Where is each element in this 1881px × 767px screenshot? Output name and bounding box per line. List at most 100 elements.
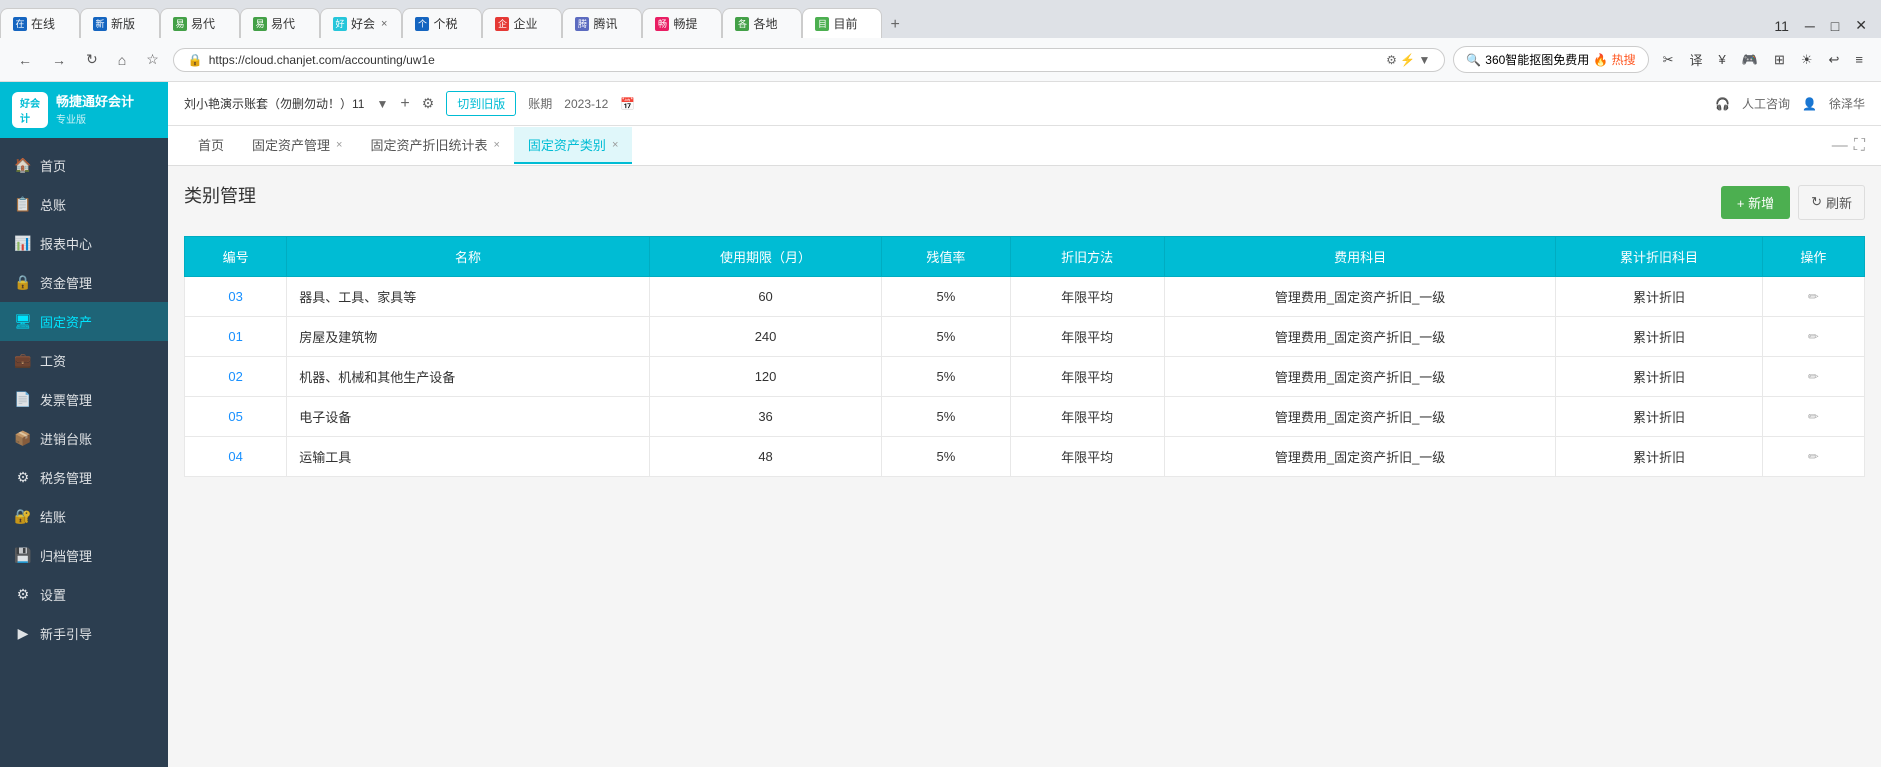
sidebar-item-guide[interactable]: ▶ 新手引导 [0, 614, 168, 653]
window-expand-button[interactable]: ⛶ [1854, 137, 1865, 155]
cell-code[interactable]: 05 [185, 397, 287, 437]
tab-category[interactable]: 固定资产类别 × [514, 127, 632, 164]
tab-title-1: 在线 [31, 15, 67, 32]
tab-controls: 11 ─ □ ✕ [1768, 13, 1881, 38]
browser-tab-4[interactable]: 易 易代 [240, 8, 320, 38]
edit-icon[interactable]: ✏ [1808, 329, 1819, 344]
col-expense: 费用科目 [1164, 237, 1556, 277]
tab-depreciation-close[interactable]: × [493, 139, 499, 151]
sidebar-label-ledger: 总账 [40, 195, 66, 214]
logo-subtitle: 专业版 [56, 111, 134, 126]
tab-title-8: 腾讯 [593, 15, 629, 32]
support-label[interactable]: 人工咨询 [1742, 95, 1790, 112]
sidebar-item-closing[interactable]: 🔐 结账 [0, 497, 168, 536]
cell-action[interactable]: ✏ [1762, 317, 1864, 357]
ledger-icon: 📋 [14, 196, 32, 213]
grid-icon[interactable]: ⊞ [1768, 48, 1791, 72]
forward-button[interactable]: → [46, 48, 72, 72]
refresh-button[interactable]: ↻ [80, 47, 104, 72]
cell-action[interactable]: ✏ [1762, 397, 1864, 437]
tab-depreciation[interactable]: 固定资产折旧统计表 × [356, 127, 513, 164]
sidebar-item-settings[interactable]: ⚙ 设置 [0, 575, 168, 614]
cell-code[interactable]: 01 [185, 317, 287, 357]
edit-icon[interactable]: ✏ [1808, 449, 1819, 464]
game-icon[interactable]: 🎮 [1736, 48, 1764, 72]
minimize-button[interactable]: ─ [1799, 14, 1821, 38]
translate-icon[interactable]: 译 [1684, 46, 1709, 73]
wallet-icon[interactable]: ¥ [1713, 48, 1732, 71]
sidebar-label-salary: 工资 [40, 351, 66, 370]
sidebar-item-ledger[interactable]: 📋 总账 [0, 185, 168, 224]
edit-icon[interactable]: ✏ [1808, 369, 1819, 384]
address-bar[interactable]: 🔒 https://cloud.chanjet.com/accounting/u… [173, 48, 1446, 72]
browser-tab-9[interactable]: 畅 畅提 [642, 8, 722, 38]
cell-action[interactable]: ✏ [1762, 357, 1864, 397]
tab-close-5[interactable]: × [379, 17, 389, 31]
cell-name: 房屋及建筑物 [287, 317, 650, 357]
cell-code[interactable]: 03 [185, 277, 287, 317]
browser-chrome: 在 在线 新 新版 易 易代 易 易代 好 好会 × 个 个税 企 企业 腾 [0, 0, 1881, 82]
table-body: 03 器具、工具、家具等 60 5% 年限平均 管理费用_固定资产折旧_一级 累… [185, 277, 1865, 477]
browser-tab-1[interactable]: 在 在线 [0, 8, 80, 38]
cell-code[interactable]: 04 [185, 437, 287, 477]
sidebar-item-inventory[interactable]: 📦 进销台账 [0, 419, 168, 458]
sidebar-item-invoice[interactable]: 📄 发票管理 [0, 380, 168, 419]
back-button[interactable]: ← [12, 48, 38, 72]
tab-count-badge[interactable]: 11 [1768, 14, 1795, 38]
page-header: 类别管理 + 新增 ↻ 刷新 [184, 182, 1865, 222]
cell-action[interactable]: ✏ [1762, 277, 1864, 317]
tab-asset-mgmt[interactable]: 固定资产管理 × [238, 127, 356, 164]
refresh-button[interactable]: ↻ 刷新 [1798, 185, 1865, 220]
sidebar-item-home[interactable]: 🏠 首页 [0, 146, 168, 185]
cell-residual: 5% [882, 317, 1010, 357]
close-window-button[interactable]: ✕ [1849, 13, 1873, 38]
logo-text-container: 畅捷通好会计 专业版 [56, 94, 134, 126]
home-button[interactable]: ⌂ [112, 48, 132, 72]
edit-icon[interactable]: ✏ [1808, 289, 1819, 304]
search-bar[interactable]: 🔍 360智能抠图免费用 🔥 热搜 [1453, 46, 1648, 73]
menu-icon[interactable]: ≡ [1849, 48, 1869, 71]
sidebar-label-tax: 税务管理 [40, 468, 92, 487]
browser-tab-2[interactable]: 新 新版 [80, 8, 160, 38]
browser-tab-10[interactable]: 各 各地 [722, 8, 802, 38]
undo-icon[interactable]: ↩ [1823, 48, 1846, 72]
window-collapse-button[interactable]: — [1832, 137, 1848, 155]
tab-category-close[interactable]: × [612, 139, 618, 151]
cell-name: 器具、工具、家具等 [287, 277, 650, 317]
brightness-icon[interactable]: ☀ [1795, 48, 1819, 72]
browser-tab-7[interactable]: 企 企业 [482, 8, 562, 38]
col-residual: 残值率 [882, 237, 1010, 277]
edit-icon[interactable]: ✏ [1808, 409, 1819, 424]
sidebar-item-funds[interactable]: 🔒 资金管理 [0, 263, 168, 302]
tab-asset-mgmt-close[interactable]: × [336, 139, 342, 151]
period-label: 账期 [528, 95, 552, 112]
sidebar-item-salary[interactable]: 💼 工资 [0, 341, 168, 380]
tab-home[interactable]: 首页 [184, 127, 238, 164]
cell-code[interactable]: 02 [185, 357, 287, 397]
cell-action[interactable]: ✏ [1762, 437, 1864, 477]
sidebar-item-archive[interactable]: 💾 归档管理 [0, 536, 168, 575]
browser-tab-11[interactable]: 目 目前 [802, 8, 882, 38]
sidebar-item-reports[interactable]: 📊 报表中心 [0, 224, 168, 263]
hot-search-label: 🔥 热搜 [1593, 51, 1635, 68]
browser-tab-6[interactable]: 个 个税 [402, 8, 482, 38]
address-dropdown[interactable]: ⚙ ⚡ ▼ [1386, 53, 1430, 67]
browser-tab-5[interactable]: 好 好会 × [320, 8, 402, 38]
maximize-button[interactable]: □ [1825, 14, 1845, 38]
bookmark-button[interactable]: ☆ [140, 47, 165, 72]
cell-residual: 5% [882, 437, 1010, 477]
switch-version-button[interactable]: 切到旧版 [446, 91, 516, 116]
settings-account-button[interactable]: ⚙ [422, 95, 435, 112]
new-tab-button[interactable]: + [882, 12, 907, 38]
cut-icon[interactable]: ✂ [1657, 48, 1680, 72]
cell-period: 120 [649, 357, 881, 397]
calendar-icon[interactable]: 📅 [620, 97, 635, 111]
content-tab-controls: — ⛶ [1832, 137, 1865, 155]
add-account-button[interactable]: + [400, 95, 409, 113]
browser-tab-3[interactable]: 易 易代 [160, 8, 240, 38]
dropdown-button[interactable]: ▼ [376, 97, 388, 111]
browser-tab-8[interactable]: 腾 腾讯 [562, 8, 642, 38]
add-button[interactable]: + 新增 [1721, 186, 1790, 219]
sidebar-item-fixed-assets[interactable]: 🖥 固定资产 [0, 302, 168, 341]
sidebar-item-tax[interactable]: ⚙ 税务管理 [0, 458, 168, 497]
